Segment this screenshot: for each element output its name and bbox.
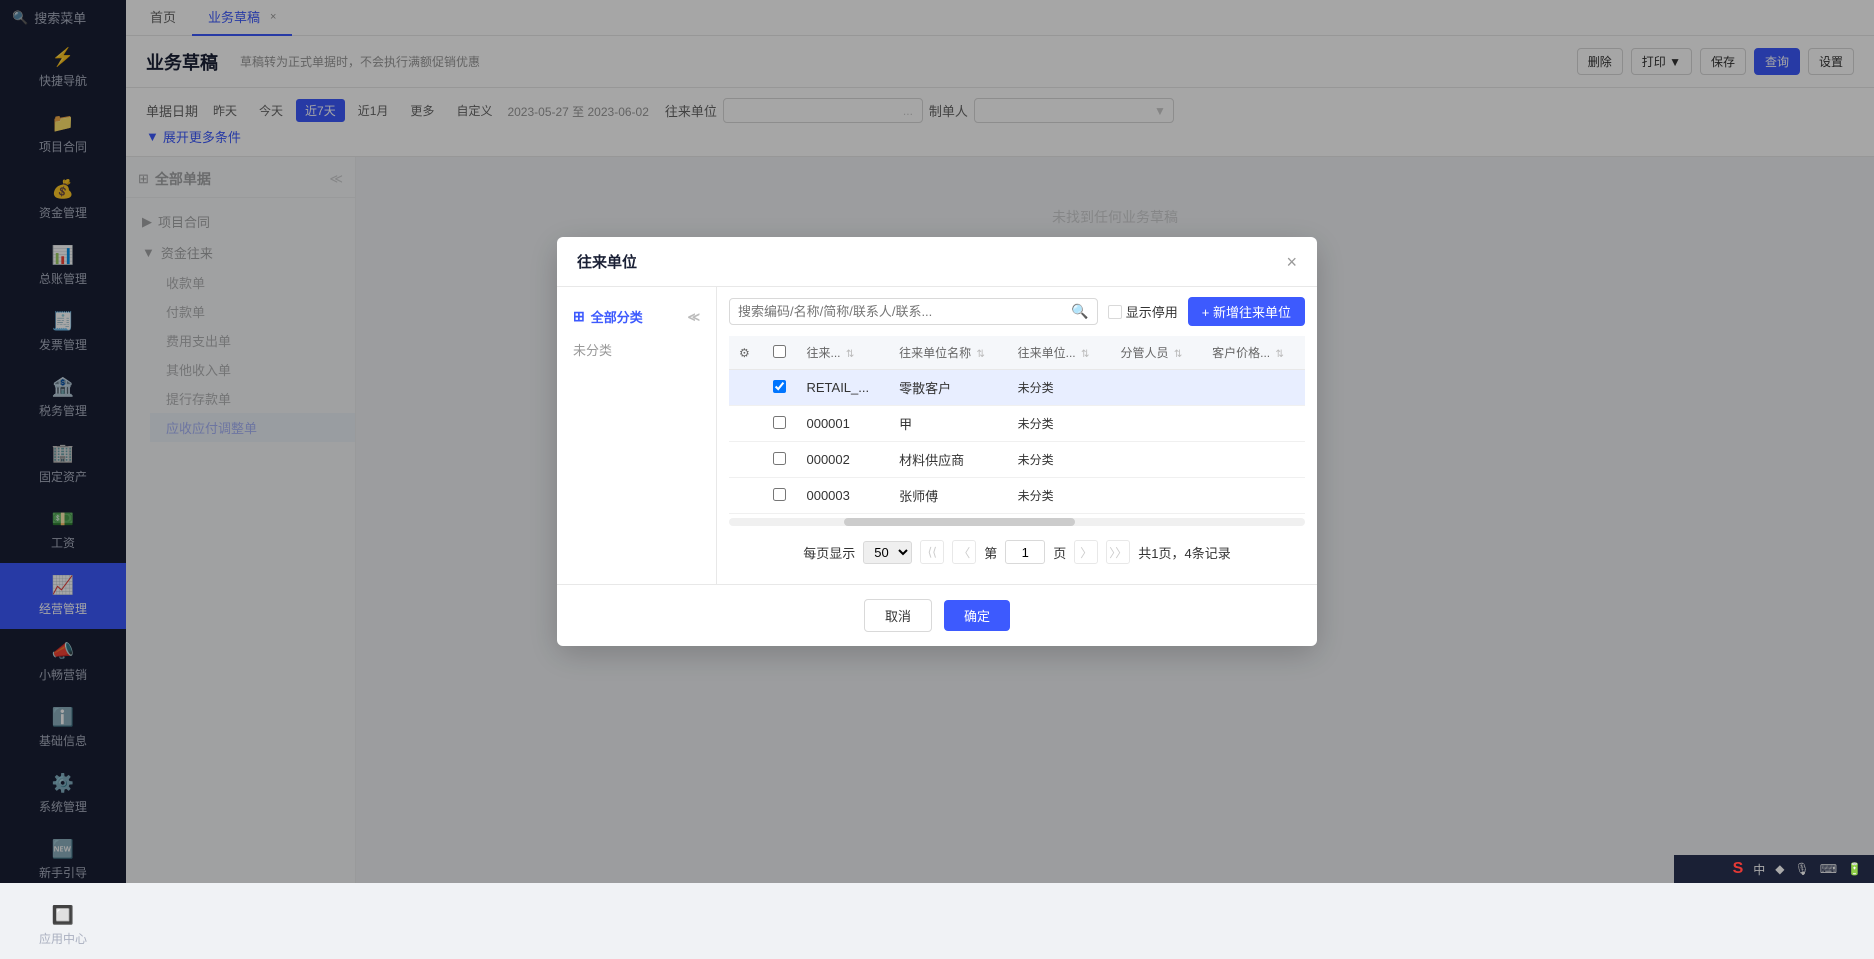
- row-check[interactable]: [763, 370, 796, 406]
- row-name: 张师傅: [889, 478, 1008, 514]
- page-label: 页: [1053, 543, 1066, 562]
- row-code: RETAIL_...: [796, 370, 889, 406]
- settings-col-header[interactable]: ⚙: [729, 336, 763, 370]
- confirm-button[interactable]: 确定: [944, 600, 1010, 631]
- row-manager: [1110, 478, 1202, 514]
- select-all-checkbox[interactable]: [773, 345, 786, 358]
- row-category: 未分类: [1008, 442, 1111, 478]
- grid-icon: ⊞: [573, 308, 585, 325]
- cancel-button[interactable]: 取消: [864, 599, 932, 632]
- dialog-close-button[interactable]: ×: [1286, 253, 1297, 271]
- row-check[interactable]: [763, 406, 796, 442]
- row-manager: [1110, 442, 1202, 478]
- row-settings: [729, 478, 763, 514]
- price-col-header: 客户价格... ⇅: [1202, 336, 1305, 370]
- table-body: RETAIL_... 零散客户 未分类 000001 甲: [729, 370, 1305, 514]
- table-row[interactable]: 000003 张师傅 未分类: [729, 478, 1305, 514]
- sidebar-item-app-center[interactable]: 🔲 应用中心: [0, 893, 126, 959]
- row-code: 000003: [796, 478, 889, 514]
- dialog-body: ⊞ 全部分类 ≪ 未分类 🔍 显示停用: [557, 287, 1317, 584]
- sidebar-item-label: 应用中心: [39, 930, 87, 947]
- collapse-left-icon[interactable]: ≪: [687, 310, 700, 324]
- scrollbar-thumb[interactable]: [844, 518, 1074, 526]
- row-name: 甲: [889, 406, 1008, 442]
- add-counterpart-button[interactable]: + 新增往来单位: [1188, 297, 1305, 326]
- table-header-row: ⚙ 往来... ⇅ 往来单位名称 ⇅ 往来单位... ⇅ 分管人员 ⇅ 客户价格…: [729, 336, 1305, 370]
- row-checkbox[interactable]: [773, 488, 786, 501]
- table-row[interactable]: RETAIL_... 零散客户 未分类: [729, 370, 1305, 406]
- dialog-title: 往来单位: [577, 251, 637, 272]
- row-category: 未分类: [1008, 478, 1111, 514]
- dialog-table-container: ⚙ 往来... ⇅ 往来单位名称 ⇅ 往来单位... ⇅ 分管人员 ⇅ 客户价格…: [729, 336, 1305, 514]
- last-page-button[interactable]: 〉〉: [1106, 540, 1130, 564]
- next-page-button[interactable]: 〉: [1074, 540, 1098, 564]
- row-settings: [729, 442, 763, 478]
- pagination: 每页显示 50 ⟨⟨ 〈 第 页 〉 〉〉 共1页，4条记录: [729, 530, 1305, 574]
- row-check[interactable]: [763, 442, 796, 478]
- row-price: [1202, 478, 1305, 514]
- search-input[interactable]: [738, 304, 1065, 319]
- dialog-left-panel: ⊞ 全部分类 ≪ 未分类: [557, 287, 717, 584]
- show-disabled-label: 显示停用: [1126, 302, 1178, 321]
- per-page-select[interactable]: 50: [863, 541, 912, 564]
- dialog-toolbar: 🔍 显示停用 + 新增往来单位: [729, 297, 1305, 326]
- prev-page-button[interactable]: 〈: [952, 540, 976, 564]
- page-number-label: 第: [984, 543, 997, 562]
- category-col-header: 往来单位... ⇅: [1008, 336, 1111, 370]
- unclassified-label: 未分类: [557, 334, 716, 365]
- page-number-input[interactable]: [1005, 540, 1045, 564]
- dialog-footer: 取消 确定: [557, 584, 1317, 646]
- table-row[interactable]: 000001 甲 未分类: [729, 406, 1305, 442]
- dialog-right-panel: 🔍 显示停用 + 新增往来单位 ⚙: [717, 287, 1317, 584]
- row-manager: [1110, 370, 1202, 406]
- horizontal-scrollbar[interactable]: [729, 518, 1305, 526]
- row-settings: [729, 370, 763, 406]
- code-col-header: 往来... ⇅: [796, 336, 889, 370]
- total-info: 共1页，4条记录: [1138, 543, 1230, 562]
- row-category: 未分类: [1008, 370, 1111, 406]
- search-box[interactable]: 🔍: [729, 298, 1098, 325]
- row-category: 未分类: [1008, 406, 1111, 442]
- dialog-left-item-label: 全部分类: [591, 307, 643, 326]
- status-icon-mic: 🎙: [1794, 862, 1809, 876]
- row-code: 000002: [796, 442, 889, 478]
- row-price: [1202, 442, 1305, 478]
- search-icon: 🔍: [1071, 303, 1088, 320]
- table-row[interactable]: 000002 材料供应商 未分类: [729, 442, 1305, 478]
- status-bar: S 中 ◆ 🎙 ⌨ 🔋: [1674, 855, 1874, 883]
- check-col-header[interactable]: [763, 336, 796, 370]
- status-icon-battery: 🔋: [1847, 862, 1862, 876]
- row-name: 材料供应商: [889, 442, 1008, 478]
- per-page-label: 每页显示: [803, 543, 855, 562]
- dialog-overlay: 往来单位 × ⊞ 全部分类 ≪ 未分类 🔍: [0, 0, 1874, 883]
- status-icon-diamond: ◆: [1775, 862, 1784, 876]
- dialog-left-all-categories[interactable]: ⊞ 全部分类 ≪: [557, 299, 716, 334]
- counterpart-table: ⚙ 往来... ⇅ 往来单位名称 ⇅ 往来单位... ⇅ 分管人员 ⇅ 客户价格…: [729, 336, 1305, 514]
- row-manager: [1110, 406, 1202, 442]
- checkbox-icon: [1108, 305, 1122, 319]
- row-checkbox[interactable]: [773, 380, 786, 393]
- row-code: 000001: [796, 406, 889, 442]
- row-name: 零散客户: [889, 370, 1008, 406]
- row-checkbox[interactable]: [773, 416, 786, 429]
- counterpart-dialog: 往来单位 × ⊞ 全部分类 ≪ 未分类 🔍: [557, 237, 1317, 646]
- first-page-button[interactable]: ⟨⟨: [920, 540, 944, 564]
- app-center-icon: 🔲: [52, 905, 74, 926]
- row-check[interactable]: [763, 478, 796, 514]
- show-disabled-checkbox[interactable]: 显示停用: [1108, 302, 1178, 321]
- row-checkbox[interactable]: [773, 452, 786, 465]
- name-col-header: 往来单位名称 ⇅: [889, 336, 1008, 370]
- row-price: [1202, 370, 1305, 406]
- manager-col-header: 分管人员 ⇅: [1110, 336, 1202, 370]
- brand-icon: S: [1733, 860, 1744, 878]
- row-settings: [729, 406, 763, 442]
- status-icon-zh: 中: [1753, 861, 1765, 878]
- status-icon-keyboard: ⌨: [1820, 862, 1837, 876]
- row-price: [1202, 406, 1305, 442]
- dialog-header: 往来单位 ×: [557, 237, 1317, 287]
